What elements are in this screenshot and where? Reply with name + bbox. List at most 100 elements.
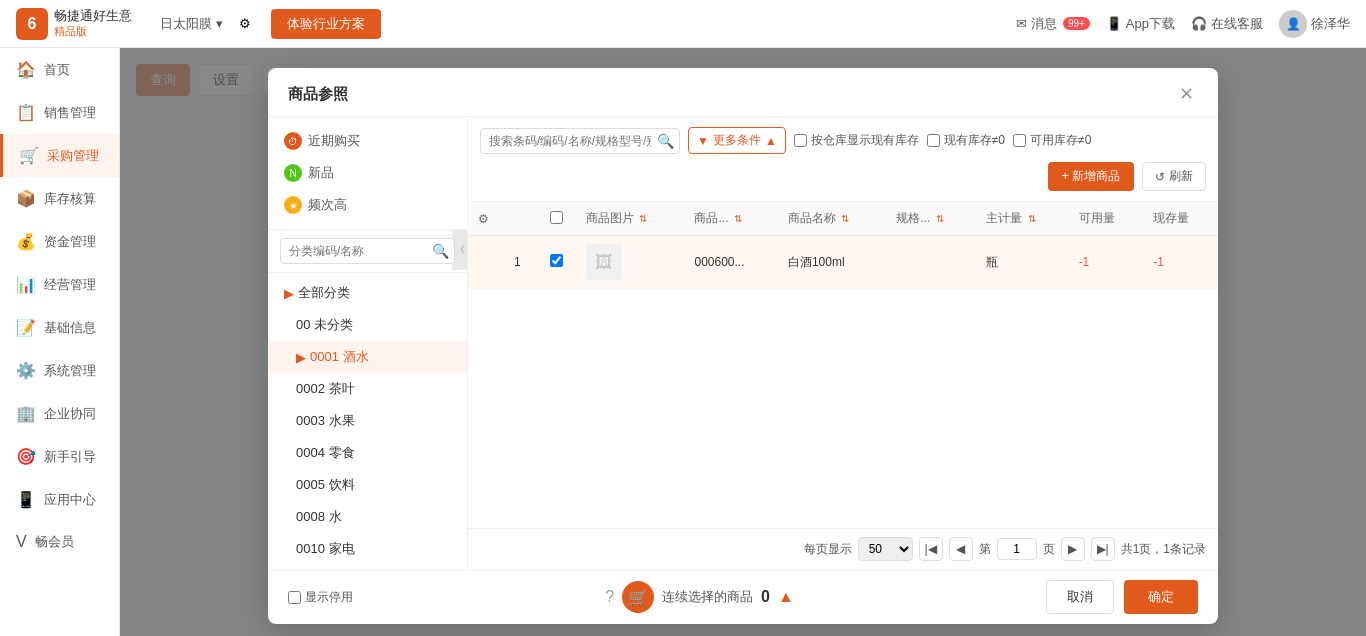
sidebar-item-purchase[interactable]: 🛒 采购管理 xyxy=(0,134,119,177)
prev-page-button[interactable]: ◀ xyxy=(949,537,973,561)
cart-info: ? 🛒 连续选择的商品 0 ▲ xyxy=(605,581,794,613)
online-service-item[interactable]: 🎧 在线客服 xyxy=(1191,15,1263,33)
usable-not-zero-checkbox[interactable]: 可用库存≠0 xyxy=(1013,132,1091,149)
col-img-label: 商品图片 xyxy=(586,211,634,225)
sidebar-item-guide[interactable]: 🎯 新手引导 xyxy=(0,435,119,478)
message-item[interactable]: ✉ 消息 99+ xyxy=(1016,15,1090,33)
modal-footer: 显示停用 ? 🛒 连续选择的商品 0 ▲ 取消 确定 xyxy=(268,569,1218,624)
sidebar-item-system[interactable]: ⚙️ 系统管理 xyxy=(0,349,119,392)
category-item-0002[interactable]: 0002 茶叶 xyxy=(268,373,467,405)
selector-text: 日太阳膜 xyxy=(160,15,212,33)
category-item-0001[interactable]: ▶ 0001 酒水 xyxy=(268,341,467,373)
nav-right: ✉ 消息 99+ 📱 App下载 🎧 在线客服 👤 徐泽华 xyxy=(1016,10,1350,38)
sort-code-icon[interactable]: ⇅ xyxy=(734,213,742,224)
sidebar-item-sales[interactable]: 📋 销售管理 xyxy=(0,91,119,134)
system-icon: ⚙️ xyxy=(16,361,36,380)
first-page-button[interactable]: |◀ xyxy=(919,537,943,561)
quick-item-recent[interactable]: ⏱ 近期购买 xyxy=(268,125,467,157)
category-item-0004[interactable]: 0004 零食 xyxy=(268,437,467,469)
collapse-cart-icon[interactable]: ▲ xyxy=(778,588,794,606)
cancel-button[interactable]: 取消 xyxy=(1046,580,1114,614)
sidebar-item-inventory[interactable]: 📦 库存核算 xyxy=(0,177,119,220)
modal-dialog: 商品参照 ✕ ⏱ 近期购买 N 新品 xyxy=(268,68,1218,624)
show-disabled-label: 显示停用 xyxy=(305,589,353,606)
refresh-button[interactable]: ↺ 刷新 xyxy=(1142,162,1206,191)
available-not-zero-label: 现有库存≠0 xyxy=(944,132,1005,149)
show-disabled-checkbox[interactable]: 显示停用 xyxy=(288,589,353,606)
sort-name-icon[interactable]: ⇅ xyxy=(841,213,849,224)
avatar: 👤 xyxy=(1279,10,1307,38)
col-settings[interactable]: ⚙ xyxy=(468,202,504,236)
quick-item-new[interactable]: N 新品 xyxy=(268,157,467,189)
sidebar-label-home: 首页 xyxy=(44,61,70,79)
app-download-item[interactable]: 📱 App下载 xyxy=(1106,15,1175,33)
message-badge: 99+ xyxy=(1063,17,1090,30)
available-not-zero-checkbox[interactable]: 现有库存≠0 xyxy=(927,132,1005,149)
chevron-up-icon: ▲ xyxy=(765,134,777,148)
col-checkbox[interactable] xyxy=(540,202,576,236)
category-search-icon[interactable]: 🔍 xyxy=(432,243,449,259)
modal-close-button[interactable]: ✕ xyxy=(1174,82,1198,106)
product-search-input[interactable] xyxy=(480,128,680,154)
total-info: 共1页，1条记录 xyxy=(1121,541,1206,558)
category-item-0003[interactable]: 0003 水果 xyxy=(268,405,467,437)
nav-selector[interactable]: 日太阳膜 ▾ xyxy=(152,11,231,37)
table-settings-icon[interactable]: ⚙ xyxy=(478,212,489,226)
show-by-warehouse-label: 按仓库显示现有库存 xyxy=(811,132,919,149)
cell-img: 🖼 xyxy=(576,236,684,289)
category-item-0005[interactable]: 0005 饮料 xyxy=(268,469,467,501)
table-row[interactable]: 1 🖼 000600... 白酒100ml xyxy=(468,236,1218,289)
category-item-all[interactable]: ▶ 全部分类 xyxy=(268,277,467,309)
sidebar-item-home[interactable]: 🏠 首页 xyxy=(0,48,119,91)
logo-area: 6 畅捷通好生意 精品版 xyxy=(16,8,132,40)
sidebar-label-base: 基础信息 xyxy=(44,319,96,337)
category-item-00[interactable]: 00 未分类 xyxy=(268,309,467,341)
add-product-button[interactable]: + 新增商品 xyxy=(1048,162,1134,191)
last-page-button[interactable]: ▶| xyxy=(1091,537,1115,561)
col-available: 可用量 xyxy=(1069,202,1144,236)
category-item-0010[interactable]: 0010 家电 xyxy=(268,533,467,565)
sidebar-item-operations[interactable]: 📊 经营管理 xyxy=(0,263,119,306)
show-by-warehouse-checkbox[interactable]: 按仓库显示现有库存 xyxy=(794,132,919,149)
sidebar-item-base[interactable]: 📝 基础信息 xyxy=(0,306,119,349)
filter-icon: ▼ xyxy=(697,134,709,148)
user-item[interactable]: 👤 徐泽华 xyxy=(1279,10,1350,38)
next-page-button[interactable]: ▶ xyxy=(1061,537,1085,561)
row-checkbox[interactable] xyxy=(550,254,563,267)
cell-name: 白酒100ml xyxy=(778,236,886,289)
table-header-row: ⚙ 商品图片 ⇅ xyxy=(468,202,1218,236)
cell-settings xyxy=(468,236,504,289)
confirm-button[interactable]: 确定 xyxy=(1124,580,1198,614)
gear-button[interactable]: ⚙ xyxy=(231,10,259,38)
cell-code: 000600... xyxy=(684,236,777,289)
more-filter-button[interactable]: ▼ 更多条件 ▲ xyxy=(688,127,786,154)
cell-no: 1 xyxy=(504,236,540,289)
sort-img-icon[interactable]: ⇅ xyxy=(639,213,647,224)
page-number-input[interactable] xyxy=(997,538,1037,560)
help-icon[interactable]: ? xyxy=(605,588,614,606)
sidebar-item-enterprise[interactable]: 🏢 企业协同 xyxy=(0,392,119,435)
sidebar-item-finance[interactable]: 💰 资金管理 xyxy=(0,220,119,263)
category-label-0008: 0008 水 xyxy=(296,508,342,526)
sidebar-label-vip: 畅会员 xyxy=(35,533,74,551)
show-by-warehouse-input[interactable] xyxy=(794,134,807,147)
sort-unit-icon[interactable]: ⇅ xyxy=(1028,213,1036,224)
logo-icon: 6 xyxy=(16,8,48,40)
category-item-0008[interactable]: 0008 水 xyxy=(268,501,467,533)
usable-not-zero-input[interactable] xyxy=(1013,134,1026,147)
cell-checkbox[interactable] xyxy=(540,236,576,289)
show-disabled-input[interactable] xyxy=(288,591,301,604)
sidebar-item-vip[interactable]: V 畅会员 xyxy=(0,521,119,563)
select-all-checkbox[interactable] xyxy=(550,211,563,224)
sort-spec-icon[interactable]: ⇅ xyxy=(936,213,944,224)
experience-button[interactable]: 体验行业方案 xyxy=(271,9,381,39)
category-label-0001: 0001 酒水 xyxy=(310,348,369,366)
per-page-select[interactable]: 20 50 100 xyxy=(858,537,913,561)
top-nav: 6 畅捷通好生意 精品版 日太阳膜 ▾ ⚙ 体验行业方案 ✉ 消息 99+ 📱 … xyxy=(0,0,1366,48)
cart-label: 连续选择的商品 xyxy=(662,588,753,606)
sidebar-item-apps[interactable]: 📱 应用中心 xyxy=(0,478,119,521)
product-search-icon[interactable]: 🔍 xyxy=(657,133,674,149)
available-not-zero-input[interactable] xyxy=(927,134,940,147)
category-search-input[interactable] xyxy=(280,238,455,264)
quick-item-freq[interactable]: ★ 频次高 xyxy=(268,189,467,221)
